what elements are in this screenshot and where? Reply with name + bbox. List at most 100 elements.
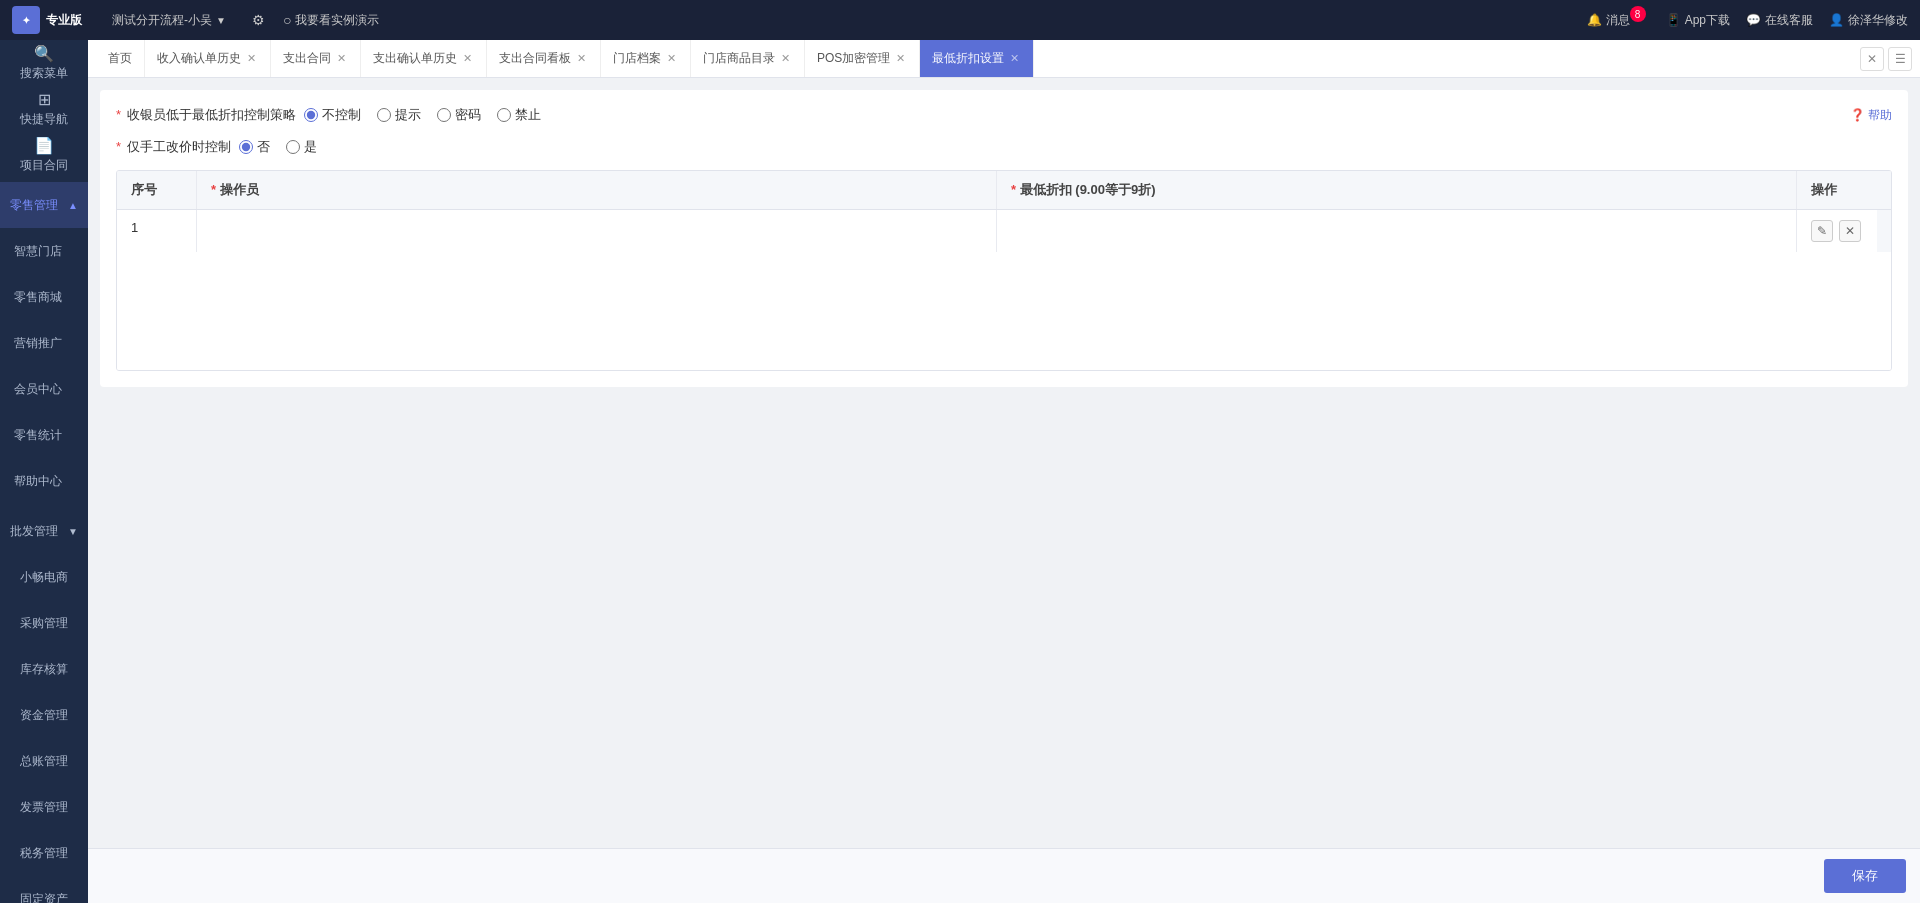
sidebar-item-ecommerce[interactable]: 小畅电商 <box>0 554 88 600</box>
tab-pos-encrypt[interactable]: POS加密管理 ✕ <box>805 40 920 78</box>
sidebar-item-help[interactable]: 帮助中心 <box>0 458 88 504</box>
sidebar-item-member[interactable]: 会员中心 <box>0 366 88 412</box>
demo-link[interactable]: ○ 我要看实例演示 <box>283 12 379 29</box>
project-selector[interactable]: 测试分开流程-小吴 ▼ <box>104 8 234 33</box>
tab-expense-history[interactable]: 支出确认单历史 ✕ <box>361 40 487 78</box>
edit-row-button[interactable]: ✎ <box>1811 220 1833 242</box>
main-layout: 🔍 搜索菜单 ⊞ 快捷导航 📄 项目合同 零售管理 ▲ 智慧门店 零售商城 营销… <box>0 40 1920 903</box>
sidebar-item-search[interactable]: 🔍 搜索菜单 <box>0 40 88 86</box>
option-password[interactable]: 密码 <box>437 106 481 124</box>
tab-bar: 首页 收入确认单历史 ✕ 支出合同 ✕ 支出确认单历史 ✕ 支出合同看板 ✕ 门… <box>88 40 1920 78</box>
option-hint-label: 提示 <box>395 106 421 124</box>
messages-button[interactable]: 🔔 消息 8 <box>1587 12 1650 29</box>
tab-income-history[interactable]: 收入确认单历史 ✕ <box>145 40 271 78</box>
sidebar-item-inventory[interactable]: 库存核算 <box>0 646 88 692</box>
option-no-control[interactable]: 不控制 <box>304 106 361 124</box>
tab-expense-history-close[interactable]: ✕ <box>461 51 474 66</box>
radio-no-control[interactable] <box>304 108 318 122</box>
tab-income-history-label: 收入确认单历史 <box>157 50 241 67</box>
bell-icon: 🔔 <box>1587 13 1602 27</box>
tab-min-discount[interactable]: 最低折扣设置 ✕ <box>920 40 1034 78</box>
tab-home[interactable]: 首页 <box>96 40 145 78</box>
sidebar-item-invoice[interactable]: 发票管理 <box>0 784 88 830</box>
customer-service-button[interactable]: 💬 在线客服 <box>1746 12 1813 29</box>
option-no-control-label: 不控制 <box>322 106 361 124</box>
option-yes[interactable]: 是 <box>286 138 317 156</box>
tab-home-label: 首页 <box>108 50 132 67</box>
option-hint[interactable]: 提示 <box>377 106 421 124</box>
option-forbid-label: 禁止 <box>515 106 541 124</box>
customer-service-label: 在线客服 <box>1765 12 1813 29</box>
logo-icon: ✦ <box>12 6 40 34</box>
tab-close-all-button[interactable]: ✕ <box>1860 47 1884 71</box>
sidebar-label-wholesale: 批发管理 <box>10 523 58 540</box>
service-icon: 💬 <box>1746 13 1761 27</box>
sidebar-label-ecommerce: 小畅电商 <box>20 569 68 586</box>
sidebar-label-quicknav: 快捷导航 <box>20 111 68 128</box>
sidebar-label-retail-stats: 零售统计 <box>14 427 62 444</box>
grid-icon: ⊞ <box>38 90 51 109</box>
app-download-button[interactable]: 📱 App下载 <box>1666 12 1730 29</box>
radio-no[interactable] <box>239 140 253 154</box>
row-scroll <box>1877 210 1891 252</box>
help-button[interactable]: ❓ 帮助 <box>1850 107 1892 124</box>
sidebar-item-wholesale[interactable]: 批发管理 ▼ <box>0 508 88 554</box>
tab-store-archive[interactable]: 门店档案 ✕ <box>601 40 691 78</box>
sidebar-label-invoice: 发票管理 <box>20 799 68 816</box>
sidebar-item-tax[interactable]: 税务管理 <box>0 830 88 876</box>
option-forbid[interactable]: 禁止 <box>497 106 541 124</box>
tab-min-discount-close[interactable]: ✕ <box>1008 51 1021 66</box>
save-button[interactable]: 保存 <box>1824 859 1906 893</box>
option-yes-label: 是 <box>304 138 317 156</box>
tab-store-archive-label: 门店档案 <box>613 50 661 67</box>
col-scroll <box>1877 171 1891 209</box>
page-content: * 收银员低于最低折扣控制策略 不控制 提示 <box>88 78 1920 848</box>
messages-badge: 8 <box>1630 6 1646 22</box>
form-row-discount-strategy: * 收银员低于最低折扣控制策略 不控制 提示 <box>116 106 1892 124</box>
option-no[interactable]: 否 <box>239 138 270 156</box>
sidebar-item-contract[interactable]: 📄 项目合同 <box>0 132 88 178</box>
sidebar-item-ledger[interactable]: 总账管理 <box>0 738 88 784</box>
tab-store-archive-close[interactable]: ✕ <box>665 51 678 66</box>
col-header-operator: * 操作员 <box>197 171 997 209</box>
tab-pos-encrypt-close[interactable]: ✕ <box>894 51 907 66</box>
form-row-manual-control: * 仅手工改价时控制 否 是 <box>116 138 1892 156</box>
sidebar-item-fixed-assets[interactable]: 固定资产 <box>0 876 88 903</box>
sidebar-item-quicknav[interactable]: ⊞ 快捷导航 <box>0 86 88 132</box>
user-name: 徐泽华修改 <box>1848 12 1908 29</box>
sidebar-item-finance[interactable]: 资金管理 <box>0 692 88 738</box>
sidebar-item-marketing[interactable]: 营销推广 <box>0 320 88 366</box>
user-menu[interactable]: 👤 徐泽华修改 <box>1829 12 1908 29</box>
delete-row-button[interactable]: ✕ <box>1839 220 1861 242</box>
sidebar-label-fixed-assets: 固定资产 <box>20 891 68 904</box>
tab-income-history-close[interactable]: ✕ <box>245 51 258 66</box>
tab-expense-board[interactable]: 支出合同看板 ✕ <box>487 40 601 78</box>
tab-store-products[interactable]: 门店商品目录 ✕ <box>691 40 805 78</box>
radio-password[interactable] <box>437 108 451 122</box>
sidebar-item-retail-stats[interactable]: 零售统计 <box>0 412 88 458</box>
settings-icon[interactable]: ⚙ <box>246 8 271 32</box>
discount-strategy-options: 不控制 提示 密码 禁止 <box>304 106 541 124</box>
demo-text: 我要看实例演示 <box>295 12 379 29</box>
tab-store-products-close[interactable]: ✕ <box>779 51 792 66</box>
sidebar-item-retail-management[interactable]: 零售管理 ▲ <box>0 182 88 228</box>
radio-hint[interactable] <box>377 108 391 122</box>
app-logo: ✦ 专业版 <box>12 6 92 34</box>
sidebar-item-smart-store[interactable]: 智慧门店 <box>0 228 88 274</box>
page-footer: 保存 <box>88 848 1920 903</box>
table-header: 序号 * 操作员 * 最低折扣 (9.00等于9折) 操作 <box>117 171 1891 210</box>
sidebar-item-retail-mall[interactable]: 零售商城 <box>0 274 88 320</box>
download-icon: 📱 <box>1666 13 1681 27</box>
sidebar-item-purchase[interactable]: 采购管理 <box>0 600 88 646</box>
topbar-right: 🔔 消息 8 📱 App下载 💬 在线客服 👤 徐泽华修改 <box>1587 12 1908 29</box>
tab-pos-encrypt-label: POS加密管理 <box>817 50 890 67</box>
tab-expense-board-close[interactable]: ✕ <box>575 51 588 66</box>
discount-strategy-label: * 收银员低于最低折扣控制策略 <box>116 106 296 124</box>
topbar: ✦ 专业版 测试分开流程-小吴 ▼ ⚙ ○ 我要看实例演示 🔔 消息 8 📱 A… <box>0 0 1920 40</box>
radio-forbid[interactable] <box>497 108 511 122</box>
tab-expense-contract-label: 支出合同 <box>283 50 331 67</box>
radio-yes[interactable] <box>286 140 300 154</box>
tab-expense-contract-close[interactable]: ✕ <box>335 51 348 66</box>
tab-menu-button[interactable]: ☰ <box>1888 47 1912 71</box>
tab-expense-contract[interactable]: 支出合同 ✕ <box>271 40 361 78</box>
